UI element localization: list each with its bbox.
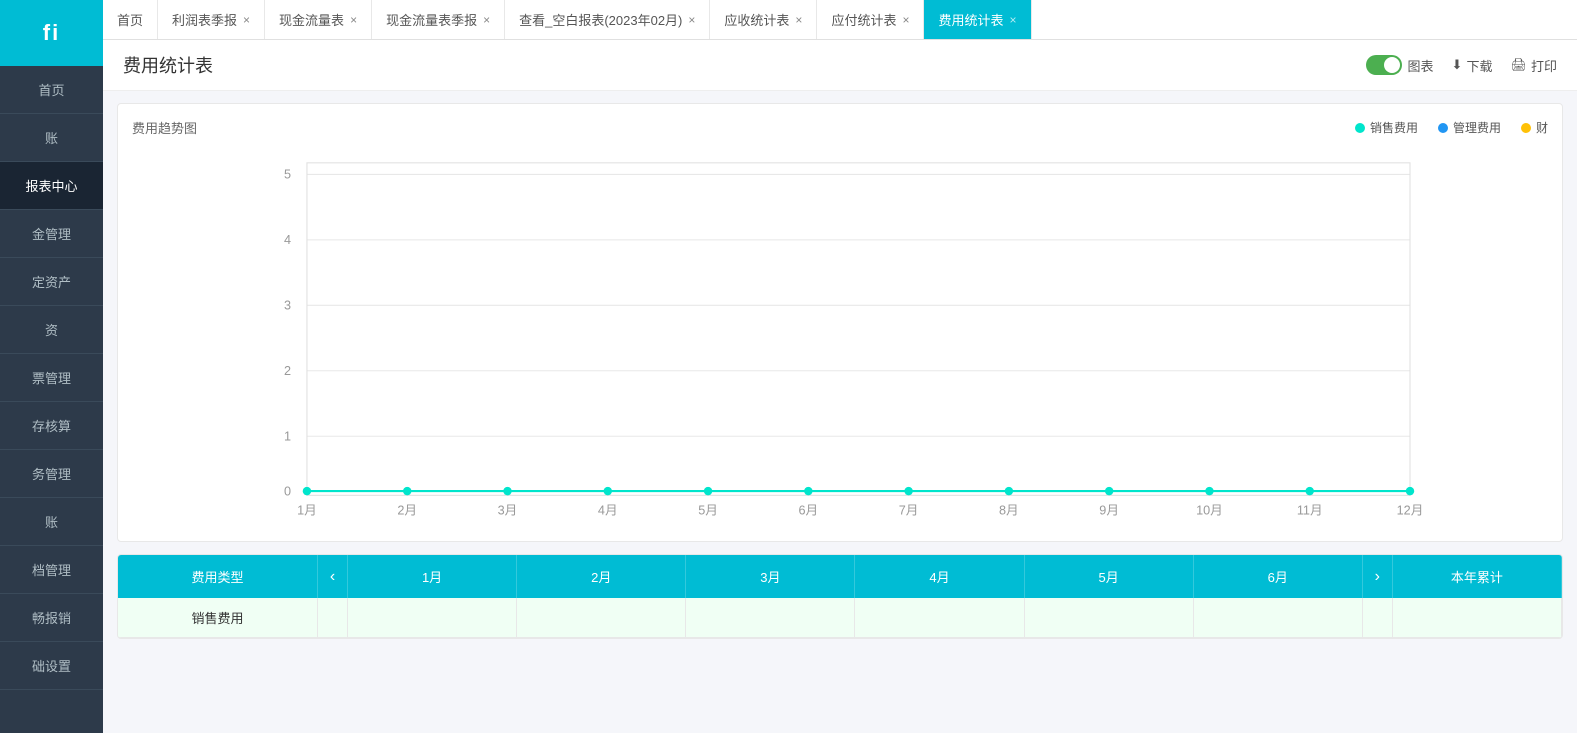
app-logo: fi [0,0,103,66]
col-jun: 6月 [1194,555,1363,598]
legend-finance: 财 [1521,119,1548,136]
legend-label-finance: 财 [1536,119,1548,136]
chart-toggle[interactable] [1366,55,1402,75]
chart-section: 费用趋势图 销售费用 管理费用 财 [117,103,1563,542]
close-tab-expense[interactable]: × [1009,13,1016,27]
table-row: 销售费用 [118,598,1562,638]
legend-dot-mgmt [1438,123,1448,133]
tab-cashflow[interactable]: 现金流量表 × [265,0,372,39]
svg-text:3: 3 [284,299,291,313]
tab-cashflow-quarterly[interactable]: 现金流量表季报 × [372,0,505,39]
tab-receivable[interactable]: 应收统计表 × [710,0,817,39]
svg-text:5: 5 [284,168,291,182]
col-yearly: 本年累计 [1393,555,1562,598]
table-section: 费用类型 ‹ 1月 2月 3月 4月 5月 6月 › 本年累计 销售费用 [117,554,1563,639]
tab-expense[interactable]: 费用统计表 × [924,0,1031,39]
row-type-sales: 销售费用 [118,598,318,637]
svg-text:10月: 10月 [1196,503,1223,517]
row-apr [855,598,1024,637]
svg-text:1: 1 [284,429,291,443]
legend-sales: 销售费用 [1355,119,1418,136]
col-type: 费用类型 [118,555,318,598]
legend-mgmt: 管理费用 [1438,119,1501,136]
col-may: 5月 [1025,555,1194,598]
sidebar-item-accounts[interactable]: 账 [0,498,103,546]
col-feb: 2月 [517,555,686,598]
tab-blank-report[interactable]: 查看_空白报表(2023年02月) × [505,0,710,39]
tab-payable[interactable]: 应付统计表 × [817,0,924,39]
svg-text:8月: 8月 [999,503,1019,517]
legend-dot-sales [1355,123,1365,133]
legend-label-sales: 销售费用 [1370,119,1418,136]
col-apr: 4月 [855,555,1024,598]
svg-text:9月: 9月 [1099,503,1119,517]
print-icon: 🖨 [1510,57,1527,73]
col-jan: 1月 [348,555,517,598]
chart-legend: 销售费用 管理费用 财 [1355,119,1548,136]
nav-next-button[interactable]: › [1363,555,1393,598]
sidebar-item-service-mgmt[interactable]: 务管理 [0,450,103,498]
svg-text:6月: 6月 [798,503,818,517]
chart-header: 费用趋势图 销售费用 管理费用 财 [132,118,1548,137]
page-header: 费用统计表 图表 ⬇ 下载 🖨 打印 [103,40,1577,91]
svg-text:4: 4 [284,233,291,247]
sidebar-item-cash-mgmt[interactable]: 金管理 [0,210,103,258]
sidebar: fi 首页 账 报表中心 金管理 定资产 资 票管理 存核算 务管理 账 档管理… [0,0,103,733]
close-tab-profit[interactable]: × [243,13,250,27]
svg-text:7月: 7月 [899,503,919,517]
sidebar-item-archive-mgmt[interactable]: 档管理 [0,546,103,594]
col-mar: 3月 [686,555,855,598]
row-may [1025,598,1194,637]
content-area: 费用统计表 图表 ⬇ 下载 🖨 打印 费用趋势图 [103,40,1577,733]
sidebar-item-account[interactable]: 账 [0,114,103,162]
main-area: 首页 利润表季报 × 现金流量表 × 现金流量表季报 × 查看_空白报表(202… [103,0,1577,733]
svg-text:2月: 2月 [397,503,417,517]
download-button[interactable]: ⬇ 下载 [1452,56,1493,75]
svg-text:5月: 5月 [698,503,718,517]
close-tab-cashflow-quarterly[interactable]: × [483,13,490,27]
legend-label-mgmt: 管理费用 [1453,119,1501,136]
row-jan [348,598,517,637]
chart-container: 5 4 3 2 1 0 [132,147,1548,527]
tab-profit-quarterly[interactable]: 利润表季报 × [158,0,265,39]
sidebar-item-smooth-cancel[interactable]: 畅报销 [0,594,103,642]
close-tab-payable[interactable]: × [902,13,909,27]
sidebar-item-home[interactable]: 首页 [0,66,103,114]
svg-text:2: 2 [284,364,291,378]
tabs-bar: 首页 利润表季报 × 现金流量表 × 现金流量表季报 × 查看_空白报表(202… [103,0,1577,40]
sidebar-item-basic-settings[interactable]: 础设置 [0,642,103,690]
svg-text:0: 0 [284,484,291,498]
row-nav-prev [318,598,348,637]
table-header: 费用类型 ‹ 1月 2月 3月 4月 5月 6月 › 本年累计 [118,555,1562,598]
row-jun [1194,598,1363,637]
page-title: 费用统计表 [123,52,213,78]
sidebar-item-inventory[interactable]: 存核算 [0,402,103,450]
tab-home[interactable]: 首页 [103,0,158,39]
sidebar-item-investment[interactable]: 资 [0,306,103,354]
svg-text:3月: 3月 [498,503,518,517]
svg-text:1月: 1月 [297,503,317,517]
nav-prev-button[interactable]: ‹ [318,555,348,598]
svg-text:11月: 11月 [1297,503,1323,517]
header-actions: 图表 ⬇ 下载 🖨 打印 [1366,55,1557,75]
row-nav-next [1363,598,1393,637]
row-feb [517,598,686,637]
download-icon: ⬇ [1452,57,1463,73]
row-yearly [1393,598,1562,637]
sidebar-item-ticket-mgmt[interactable]: 票管理 [0,354,103,402]
close-tab-blank-report[interactable]: × [688,13,695,27]
sidebar-item-fixed-assets[interactable]: 定资产 [0,258,103,306]
legend-dot-finance [1521,123,1531,133]
close-tab-cashflow[interactable]: × [350,13,357,27]
sidebar-item-report-center[interactable]: 报表中心 [0,162,103,210]
close-tab-receivable[interactable]: × [795,13,802,27]
chart-title: 费用趋势图 [132,118,197,137]
chart-svg: 5 4 3 2 1 0 [132,147,1548,527]
print-button[interactable]: 🖨 打印 [1510,56,1557,75]
row-mar [686,598,855,637]
svg-text:12月: 12月 [1397,503,1424,517]
svg-text:4月: 4月 [598,503,618,517]
chart-toggle-label: 图表 [1366,55,1434,75]
